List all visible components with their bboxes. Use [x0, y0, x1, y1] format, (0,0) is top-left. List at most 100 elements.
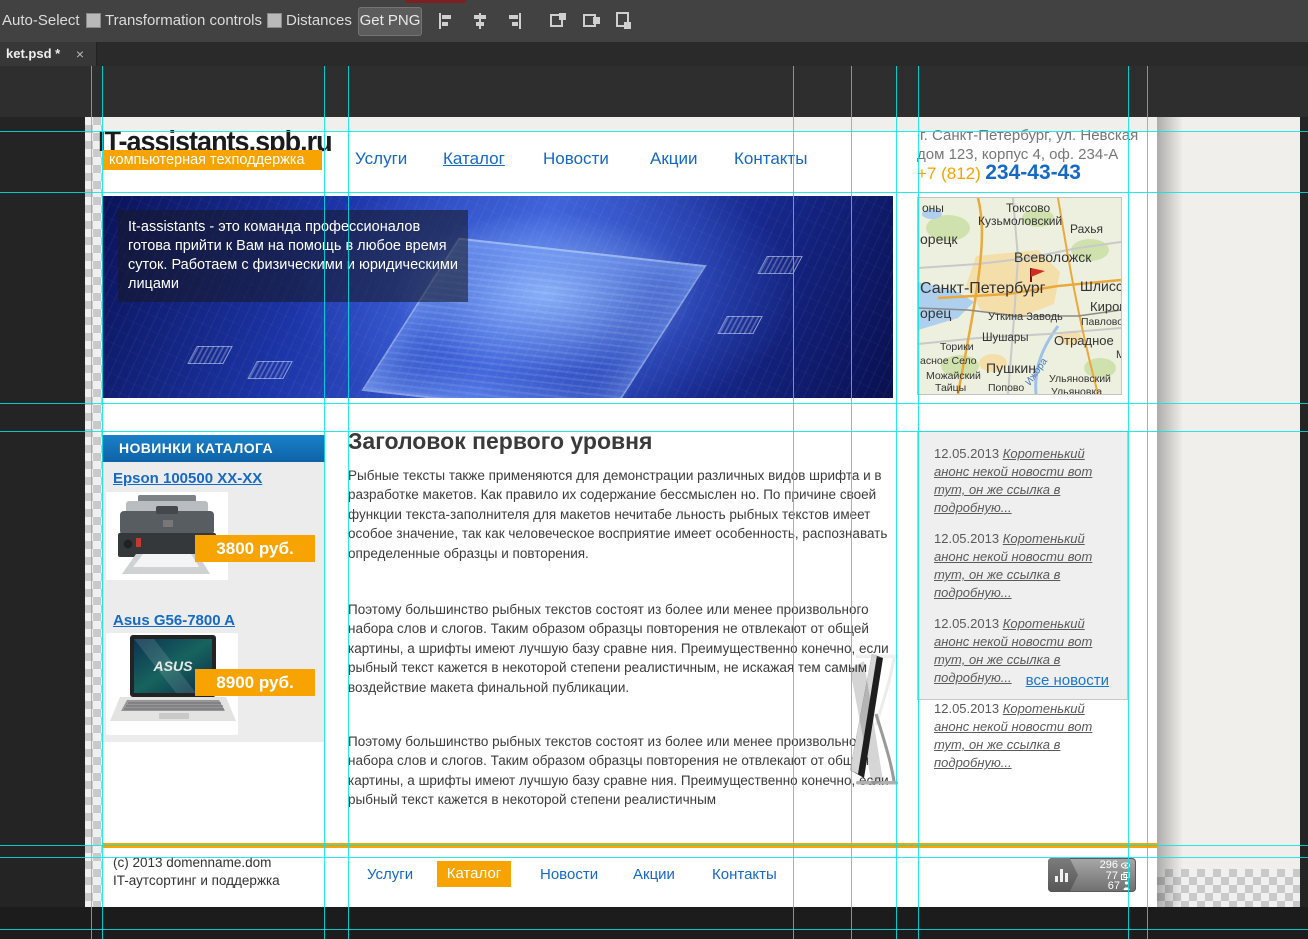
align-center-horizontal-icon[interactable]	[470, 11, 490, 31]
footer-nav-akcii[interactable]: Акции	[633, 866, 675, 883]
guide-vertical[interactable]	[348, 66, 349, 939]
tab-title: ket.psd *	[6, 46, 61, 61]
counter-row: 67	[1100, 881, 1130, 892]
guide-horizontal[interactable]	[0, 403, 1308, 404]
guide-horizontal[interactable]	[0, 857, 1308, 858]
product-link-epson[interactable]: Epson 100500 XX-XX	[113, 470, 262, 487]
auto-select-label: Auto-Select	[2, 12, 80, 29]
guide-vertical[interactable]	[896, 66, 897, 939]
footer-nav-katalog[interactable]: Каталог	[437, 861, 511, 887]
guide-horizontal[interactable]	[0, 845, 1308, 846]
guide-horizontal[interactable]	[0, 431, 1308, 432]
price-tag-epson: 3800 руб.	[195, 535, 315, 562]
news-item: 12.05.2013 Коротенький анонс некой новос…	[934, 445, 1113, 517]
guide-vertical[interactable]	[324, 66, 325, 939]
phone-code: +7 (812)	[917, 164, 981, 183]
map-label: М	[1116, 349, 1121, 361]
distances-label: Distances	[286, 12, 352, 29]
phone: +7 (812) 234-43-43	[917, 161, 1081, 185]
transformation-controls-label: Transformation controls	[105, 12, 263, 29]
news-date: 12.05.2013	[934, 701, 1003, 716]
pasteboard-bottom	[0, 907, 1308, 939]
tab-bar: ket.psd * ×	[0, 42, 1308, 66]
article-paragraph: Поэтому большинство рыбных текстов состо…	[348, 734, 889, 808]
map-label: Шлиссе	[1080, 278, 1121, 294]
page-shadow	[1157, 117, 1183, 907]
svg-text:ASUS: ASUS	[153, 658, 194, 674]
align-right-icon[interactable]	[504, 11, 524, 31]
catalog-panel-header: НОВИНКИ КАТАЛОГА	[102, 435, 325, 462]
price-tag-asus: 8900 руб.	[195, 669, 315, 696]
nav-item-kontakty[interactable]: Контакты	[734, 149, 807, 169]
app-window: Auto-Select Transformation controls Dist…	[0, 0, 1308, 939]
footer-nav-uslugi[interactable]: Услуги	[367, 866, 413, 883]
document-tab[interactable]: ket.psd * ×	[0, 42, 97, 66]
pasteboard-top	[0, 66, 1308, 117]
map-label: Рахья	[1070, 222, 1103, 236]
nav-item-novosti[interactable]: Новости	[543, 149, 609, 169]
location-map: оны Токсово Кузьмоловский Рахья орецк Всеволо…	[917, 197, 1122, 395]
map-label: Киров	[1090, 299, 1121, 314]
site-logo-subtitle: компьютерная техподдержка	[103, 150, 322, 170]
nav-item-uslugi[interactable]: Услуги	[355, 149, 407, 169]
toolbar: Auto-Select Transformation controls Dist…	[0, 0, 1308, 43]
news-panel: 12.05.2013 Коротенький анонс некой новос…	[917, 431, 1128, 770]
nav-item-akcii[interactable]: Акции	[650, 149, 698, 169]
news-date: 12.05.2013	[934, 616, 1003, 631]
all-news-link[interactable]: все новости	[1026, 672, 1109, 689]
align-bottom-icon[interactable]	[614, 11, 634, 31]
map-label: Кузьмоловский	[978, 214, 1062, 228]
footer-nav-novosti[interactable]: Новости	[540, 866, 598, 883]
guide-vertical[interactable]	[102, 66, 103, 939]
guide-horizontal[interactable]	[0, 192, 1308, 193]
guide-vertical[interactable]	[1128, 66, 1129, 939]
map-label: Ульяновка	[1051, 386, 1102, 394]
map-label: Токсово	[1006, 201, 1051, 215]
map-label: Торики	[940, 341, 974, 353]
map-label: Уткина Заводь	[988, 311, 1063, 323]
map-label: Попово	[988, 382, 1024, 394]
banner-caption: It-assistants - это команда профессионал…	[118, 210, 468, 302]
guide-horizontal[interactable]	[0, 929, 1308, 930]
guide-horizontal[interactable]	[0, 131, 1308, 132]
guide-vertical[interactable]	[851, 66, 852, 939]
phone-number: 234-43-43	[985, 161, 1081, 184]
news-item: 12.05.2013 Коротенький анонс некой новос…	[934, 700, 1113, 772]
map-label: Шушары	[982, 332, 1029, 344]
red-strip	[406, 0, 466, 3]
visit-counter-badge[interactable]: 296 77 67	[1048, 858, 1136, 892]
align-middle-icon[interactable]	[582, 11, 602, 31]
article-paragraph: Рыбные тексты также применяются для демо…	[348, 468, 888, 561]
transformation-controls-checkbox[interactable]	[86, 13, 101, 28]
product-link-asus[interactable]: Asus G56-7800 A	[113, 612, 235, 629]
counter-chart-icon	[1048, 858, 1078, 892]
news-item: 12.05.2013 Коротенький анонс некой новос…	[934, 530, 1113, 602]
transparency-checker-left	[85, 117, 102, 907]
align-left-icon[interactable]	[436, 11, 456, 31]
map-label: Всеволожск	[1014, 249, 1092, 265]
tab-close-icon[interactable]: ×	[76, 42, 84, 66]
map-label: Ульяновский	[1049, 373, 1111, 385]
article-paragraph: Поэтому большинство рыбных текстов состо…	[348, 602, 889, 695]
page-title: Заголовок первого уровня	[348, 428, 653, 454]
map-label: Можайский	[926, 370, 981, 382]
footer-nav-kontakty[interactable]: Контакты	[712, 866, 777, 883]
map-label: орецк	[920, 231, 958, 247]
guide-vertical[interactable]	[918, 66, 919, 939]
map-label: орец	[920, 305, 951, 321]
guide-vertical[interactable]	[91, 66, 92, 939]
news-date: 12.05.2013	[934, 446, 1003, 461]
align-top-icon[interactable]	[548, 11, 568, 31]
map-label: Отрадное	[1054, 333, 1114, 348]
address-line1: г. Санкт-Петербург, ул. Невская	[920, 127, 1139, 144]
guide-vertical[interactable]	[1147, 66, 1148, 939]
tagline-text: IT-аутсортинг и поддержка	[113, 873, 280, 888]
map-label: Тайцы	[935, 382, 966, 394]
map-label: асное Село	[920, 355, 977, 367]
map-label: Санкт-Петербург	[920, 280, 1046, 297]
get-png-button[interactable]: Get PNG	[358, 7, 422, 36]
guide-vertical[interactable]	[793, 66, 794, 939]
map-label: оны	[922, 201, 944, 215]
nav-item-katalog[interactable]: Каталог	[443, 149, 505, 169]
distances-checkbox[interactable]	[267, 13, 282, 28]
